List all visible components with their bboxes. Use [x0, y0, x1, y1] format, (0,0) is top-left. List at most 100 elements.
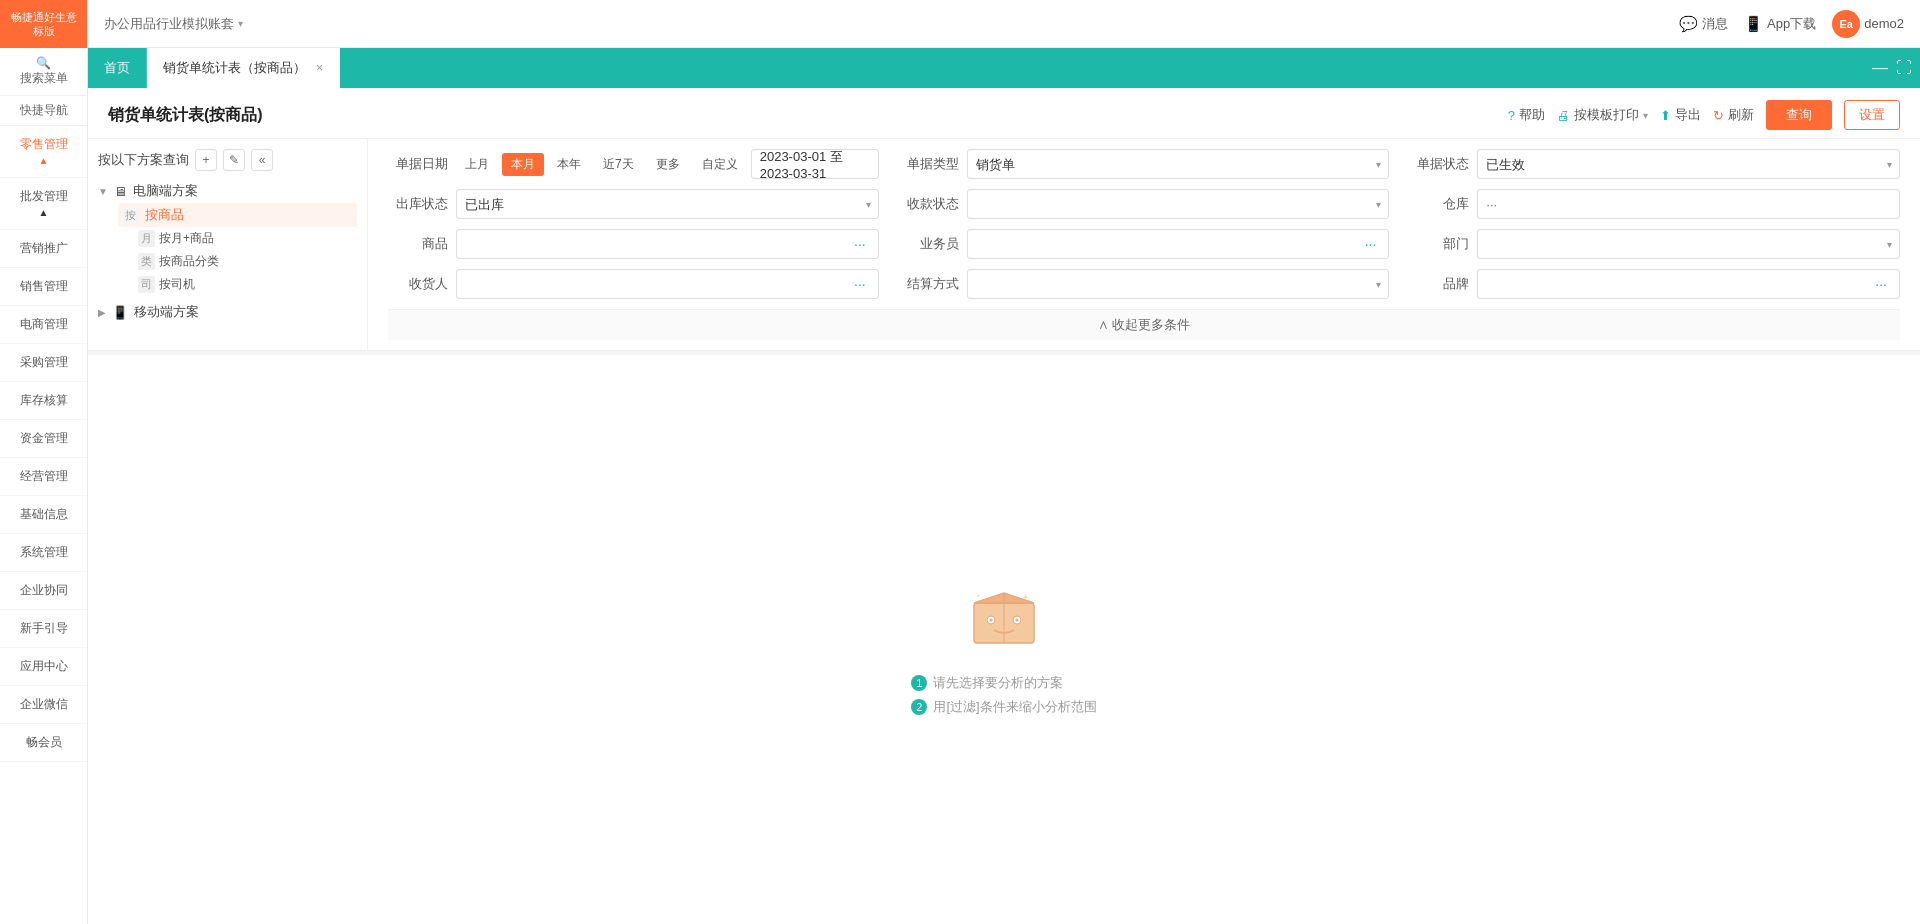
- tree-item-by-category[interactable]: 类 按商品分类: [134, 250, 357, 273]
- brand-input-wrapper[interactable]: ···: [1477, 269, 1900, 299]
- user-action[interactable]: Ea demo2: [1832, 10, 1904, 38]
- date-tab-custom[interactable]: 自定义: [693, 153, 747, 176]
- date-tabs: 上月 本月 本年 近7天 更多 自定义: [456, 153, 747, 176]
- payment-method-select[interactable]: [967, 269, 1390, 299]
- sidebar-item-marketing[interactable]: 营销推广: [0, 230, 87, 268]
- tree-item-by-goods[interactable]: 按 按商品: [118, 203, 357, 227]
- sidebar-item-ecommerce[interactable]: 电商管理: [0, 306, 87, 344]
- export-button[interactable]: ⬆ 导出: [1660, 106, 1701, 124]
- help-button[interactable]: ? 帮助: [1508, 106, 1545, 124]
- message-action[interactable]: 💬 消息: [1679, 15, 1728, 33]
- print-button[interactable]: 🖨 按模板打印 ▾: [1557, 106, 1648, 124]
- dept-label: 部门: [1409, 235, 1469, 253]
- right-filter-panel: 单据日期 上月 本月 本年 近7天 更多 自定义 2023-: [368, 139, 1920, 350]
- set-button[interactable]: 设置: [1844, 100, 1900, 130]
- doc-type-select-wrapper: 销货单 ▾: [967, 149, 1390, 179]
- stock-status-label: 出库状态: [388, 195, 448, 213]
- svg-point-7: [1016, 618, 1019, 621]
- svg-text:✦: ✦: [976, 593, 981, 599]
- print-dropdown-icon[interactable]: ▾: [1643, 110, 1648, 121]
- tree-pc-items: 按 按商品 月 按月+商品 类 按商品分类: [98, 203, 357, 296]
- goods-dots[interactable]: ···: [850, 236, 870, 252]
- staff-label: 业务员: [899, 235, 959, 253]
- payment-status-select-wrapper: ▾: [967, 189, 1390, 219]
- filter-dept: 部门 ▾: [1409, 229, 1900, 259]
- filter-goods: 商品 ···: [388, 229, 879, 259]
- brand-label: 品牌: [1409, 275, 1469, 293]
- download-icon: 📱: [1744, 15, 1763, 33]
- sidebar-item-sales[interactable]: 销售管理: [0, 268, 87, 306]
- tree-group-mobile-header[interactable]: ▶ 📱 移动端方案: [98, 300, 357, 324]
- dept-select[interactable]: [1477, 229, 1900, 259]
- warehouse-input[interactable]: [1477, 189, 1900, 219]
- filter-stock-status: 出库状态 已出库 ▾: [388, 189, 879, 219]
- goods-input-wrapper[interactable]: ···: [456, 229, 879, 259]
- sidebar-item-enterprise[interactable]: 企业协同: [0, 572, 87, 610]
- tab-minimize-button[interactable]: —: [1872, 60, 1888, 76]
- receiver-dots[interactable]: ···: [850, 276, 870, 292]
- search-icon: 🔍: [4, 56, 83, 70]
- edit-scheme-button[interactable]: ✎: [223, 149, 245, 171]
- date-tab-more[interactable]: 更多: [647, 153, 689, 176]
- sidebar-item-wholesale[interactable]: 批发管理 ▲: [0, 178, 87, 230]
- tree-group-pc-header[interactable]: ▼ 🖥 电脑端方案: [98, 179, 357, 203]
- tab-home[interactable]: 首页: [88, 48, 147, 88]
- help-icon: ?: [1508, 108, 1515, 123]
- sidebar-item-guide[interactable]: 新手引导: [0, 610, 87, 648]
- sidebar-item-apps[interactable]: 应用中心: [0, 648, 87, 686]
- add-scheme-button[interactable]: +: [195, 149, 217, 171]
- query-button[interactable]: 查询: [1766, 100, 1832, 130]
- sidebar-search[interactable]: 🔍 搜索菜单: [0, 48, 87, 96]
- tree-mobile-arrow-icon: ▶: [98, 307, 106, 318]
- sidebar-item-wechat[interactable]: 企业微信: [0, 686, 87, 724]
- staff-input-wrapper[interactable]: ···: [967, 229, 1390, 259]
- empty-tips-list: 1 请先选择要分析的方案 2 用[过滤]条件来缩小分析范围: [911, 674, 1096, 722]
- empty-tip-1: 1 请先选择要分析的方案: [911, 674, 1096, 692]
- staff-dots[interactable]: ···: [1361, 236, 1381, 252]
- page-title: 销货单统计表(按商品): [108, 105, 1508, 126]
- tree-item-by-driver[interactable]: 司 按司机: [134, 273, 357, 296]
- doc-status-select[interactable]: 已生效: [1477, 149, 1900, 179]
- date-range-display[interactable]: 2023-03-01 至 2023-03-31: [751, 149, 879, 179]
- sidebar-item-operations[interactable]: 经营管理: [0, 458, 87, 496]
- account-dropdown-icon[interactable]: ▾: [238, 18, 243, 29]
- topbar-actions: 💬 消息 📱 App下载 Ea demo2: [1679, 10, 1904, 38]
- sidebar-item-inventory[interactable]: 库存核算: [0, 382, 87, 420]
- tab-close-button[interactable]: ×: [316, 61, 323, 75]
- tree-sub-items: 月 按月+商品 类 按商品分类 司 按司机: [118, 227, 357, 296]
- sidebar-item-finance[interactable]: 资金管理: [0, 420, 87, 458]
- collapse-bar[interactable]: ∧ 收起更多条件: [388, 309, 1900, 340]
- sidebar-item-basic[interactable]: 基础信息: [0, 496, 87, 534]
- filter-date: 单据日期 上月 本月 本年 近7天 更多 自定义 2023-: [388, 149, 879, 179]
- sidebar-item-member[interactable]: 畅会员: [0, 724, 87, 762]
- receiver-input-wrapper[interactable]: ···: [456, 269, 879, 299]
- sidebar-item-purchase[interactable]: 采购管理: [0, 344, 87, 382]
- payment-status-select[interactable]: [967, 189, 1390, 219]
- sidebar-menu-list: 零售管理 ▲ 批发管理 ▲ 营销推广 销售管理 电商管理 采购管理 库存核算 资…: [0, 126, 87, 924]
- filter-row-1: 单据日期 上月 本月 本年 近7天 更多 自定义 2023-: [388, 149, 1900, 179]
- tab-active[interactable]: 销货单统计表（按商品） ×: [147, 48, 340, 88]
- left-filter-panel: 按以下方案查询 + ✎ « ▼ 🖥 电脑端方案 按: [88, 139, 368, 350]
- date-tab-this-month[interactable]: 本月: [502, 153, 544, 176]
- filter-payment-method: 结算方式 ▾: [899, 269, 1390, 299]
- refresh-button[interactable]: ↻ 刷新: [1713, 106, 1754, 124]
- date-tab-prev[interactable]: 上月: [456, 153, 498, 176]
- filter-row-3: 商品 ··· 业务员 ···: [388, 229, 1900, 259]
- filter-doc-status: 单据状态 已生效 ▾: [1409, 149, 1900, 179]
- tab-maximize-button[interactable]: ⛶: [1896, 60, 1912, 76]
- doc-type-select[interactable]: 销货单: [967, 149, 1390, 179]
- collapse-left-button[interactable]: «: [251, 149, 273, 171]
- stock-status-select-wrapper: 已出库 ▾: [456, 189, 879, 219]
- date-tab-recent7[interactable]: 近7天: [594, 153, 643, 176]
- sidebar-quick-nav[interactable]: 快捷导航: [0, 96, 87, 126]
- sidebar-item-system[interactable]: 系统管理: [0, 534, 87, 572]
- app-download-action[interactable]: 📱 App下载: [1744, 15, 1816, 33]
- refresh-icon: ↻: [1713, 108, 1724, 123]
- filter-tree: ▼ 🖥 电脑端方案 按 按商品 月: [98, 179, 357, 324]
- brand-dots[interactable]: ···: [1871, 276, 1891, 292]
- doc-status-select-wrapper: 已生效 ▾: [1477, 149, 1900, 179]
- date-tab-this-year[interactable]: 本年: [548, 153, 590, 176]
- tree-item-by-month-goods[interactable]: 月 按月+商品: [134, 227, 357, 250]
- sidebar-item-retail[interactable]: 零售管理 ▲: [0, 126, 87, 178]
- stock-status-select[interactable]: 已出库: [456, 189, 879, 219]
